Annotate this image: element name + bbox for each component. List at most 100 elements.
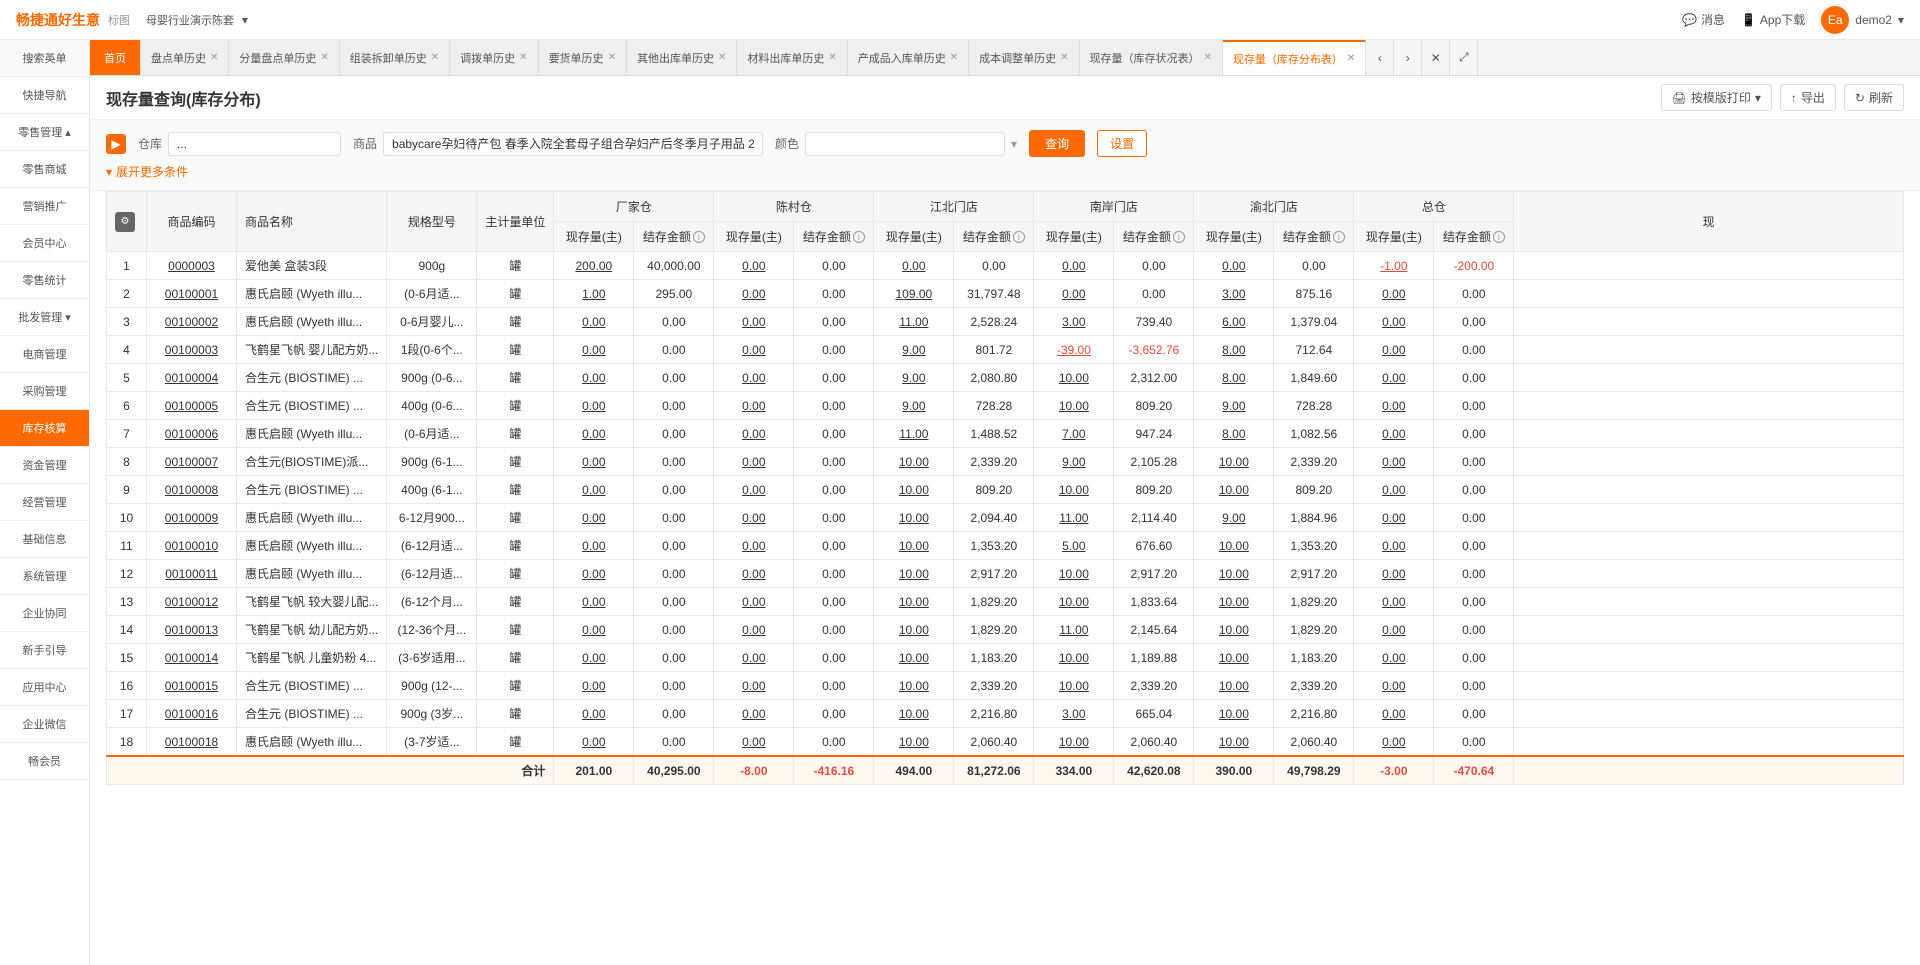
cell-yubei-qty[interactable]: 3.00 [1194,280,1274,308]
cell-jiangbei-qty[interactable]: 10.00 [874,560,954,588]
cell-yubei-qty[interactable]: 10.00 [1194,532,1274,560]
sidebar-item-ecommerce[interactable]: 电商管理 [0,336,89,373]
tab-order-history[interactable]: 要货单历史 ✕ [539,40,627,76]
cell-name[interactable]: 惠氏启颐 (Wyeth illu... [237,280,387,308]
cell-total-qty[interactable]: 0.00 [1354,392,1434,420]
tab-quantity-history[interactable]: 分量盘点单历史 ✕ [229,40,339,76]
cell-total-qty[interactable]: 0.00 [1354,672,1434,700]
cell-name[interactable]: 合生元 (BIOSTIME) ... [237,392,387,420]
refresh-btn[interactable]: ↻ 刷新 [1844,84,1904,111]
cell-chen-qty[interactable]: 0.00 [714,392,794,420]
cell-chen-qty[interactable]: 0.00 [714,700,794,728]
cell-yubei-qty[interactable]: 10.00 [1194,448,1274,476]
cell-chen-qty[interactable]: 0.00 [714,644,794,672]
sidebar-item-retail-mall[interactable]: 零售商城 [0,151,89,188]
cell-nanan-qty[interactable]: 3.00 [1034,308,1114,336]
message-btn[interactable]: 💬 消息 [1682,11,1725,28]
cell-total-qty[interactable]: 0.00 [1354,448,1434,476]
cell-nanan-qty[interactable]: 9.00 [1034,448,1114,476]
cell-total-qty[interactable]: 0.00 [1354,308,1434,336]
cell-yubei-qty[interactable]: 10.00 [1194,728,1274,757]
cell-factory-qty[interactable]: 0.00 [554,532,634,560]
cell-code[interactable]: 00100004 [147,364,237,392]
cell-name[interactable]: 惠氏启颐 (Wyeth illu... [237,728,387,757]
sidebar-item-member[interactable]: 会员中心 [0,225,89,262]
cell-code[interactable]: 00100005 [147,392,237,420]
cell-nanan-qty[interactable]: 7.00 [1034,420,1114,448]
close-icon[interactable]: ✕ [210,52,218,63]
cell-factory-qty[interactable]: 0.00 [554,308,634,336]
cell-jiangbei-qty[interactable]: 10.00 [874,616,954,644]
cell-factory-qty[interactable]: 0.00 [554,616,634,644]
cell-chen-qty[interactable]: 0.00 [714,476,794,504]
app-download-btn[interactable]: 📱 App下载 [1741,11,1805,28]
close-icon[interactable]: ✕ [1347,53,1355,64]
cell-total-qty[interactable]: 0.00 [1354,700,1434,728]
cell-code[interactable]: 00100016 [147,700,237,728]
cell-code[interactable]: 00100011 [147,560,237,588]
close-icon[interactable]: ✕ [950,52,958,63]
th-settings[interactable]: ⚙ [107,192,147,252]
cell-factory-qty[interactable]: 0.00 [554,364,634,392]
cell-jiangbei-qty[interactable]: 10.00 [874,644,954,672]
cell-code[interactable]: 00100013 [147,616,237,644]
sidebar-item-guide[interactable]: 新手引导 [0,632,89,669]
cell-total-qty[interactable]: 0.00 [1354,476,1434,504]
close-icon[interactable]: ✕ [320,52,328,63]
tab-stock-distribution[interactable]: 现存量（库存分布表） ✕ [1223,40,1366,76]
tab-material-outbound[interactable]: 材料出库单历史 ✕ [737,40,847,76]
sidebar-item-vip[interactable]: 畅会员 [0,743,89,780]
cell-total-qty[interactable]: 0.00 [1354,644,1434,672]
cell-jiangbei-qty[interactable]: 9.00 [874,336,954,364]
cell-total-qty[interactable]: 0.00 [1354,616,1434,644]
cell-code[interactable]: 00100003 [147,336,237,364]
sidebar-item-system[interactable]: 系统管理 [0,558,89,595]
cell-jiangbei-qty[interactable]: 9.00 [874,392,954,420]
cell-yubei-qty[interactable]: 8.00 [1194,364,1274,392]
cell-yubei-qty[interactable]: 10.00 [1194,644,1274,672]
cell-factory-qty[interactable]: 0.00 [554,336,634,364]
expand-toggle-btn[interactable]: ▶ [106,134,126,154]
cell-name[interactable]: 惠氏启颐 (Wyeth illu... [237,504,387,532]
cell-factory-qty[interactable]: 0.00 [554,504,634,532]
cell-chen-qty[interactable]: 0.00 [714,672,794,700]
cell-name[interactable]: 惠氏启颐 (Wyeth illu... [237,560,387,588]
sidebar-item-retail[interactable]: 零售管理 ▴ [0,114,89,151]
cell-jiangbei-qty[interactable]: 109.00 [874,280,954,308]
close-icon[interactable]: ✕ [431,52,439,63]
cell-factory-qty[interactable]: 0.00 [554,588,634,616]
cell-factory-qty[interactable]: 0.00 [554,560,634,588]
cell-yubei-qty[interactable]: 6.00 [1194,308,1274,336]
sidebar-item-wecom[interactable]: 企业微信 [0,706,89,743]
tab-finished-goods[interactable]: 产成品入库单历史 ✕ [848,40,969,76]
cell-nanan-qty[interactable]: -39.00 [1034,336,1114,364]
sidebar-item-retail-stats[interactable]: 零售统计 [0,262,89,299]
tab-other-outbound[interactable]: 其他出库单历史 ✕ [627,40,737,76]
cell-total-qty[interactable]: 0.00 [1354,588,1434,616]
tab-cost-adjust[interactable]: 成本调整单历史 ✕ [969,40,1079,76]
cell-code[interactable]: 00100007 [147,448,237,476]
cell-chen-qty[interactable]: 0.00 [714,504,794,532]
close-icon[interactable]: ✕ [1060,52,1068,63]
cell-name[interactable]: 合生元(BIOSTIME)派... [237,448,387,476]
cell-code[interactable]: 00100012 [147,588,237,616]
export-btn[interactable]: ↑ 导出 [1780,84,1836,111]
cell-factory-qty[interactable]: 0.00 [554,700,634,728]
tab-nav-next[interactable]: › [1394,40,1422,76]
cell-yubei-qty[interactable]: 9.00 [1194,504,1274,532]
cell-jiangbei-qty[interactable]: 11.00 [874,420,954,448]
cell-total-qty[interactable]: 0.00 [1354,560,1434,588]
cell-code[interactable]: 00100008 [147,476,237,504]
search-btn[interactable]: 查询 [1029,130,1085,157]
sidebar-item-collaboration[interactable]: 企业协同 [0,595,89,632]
cell-name[interactable]: 合生元 (BIOSTIME) ... [237,476,387,504]
cell-yubei-qty[interactable]: 10.00 [1194,700,1274,728]
cell-chen-qty[interactable]: 0.00 [714,560,794,588]
cell-name[interactable]: 飞鹤星飞帆 较大婴儿配... [237,588,387,616]
cell-code[interactable]: 00100018 [147,728,237,757]
cell-nanan-qty[interactable]: 10.00 [1034,588,1114,616]
cell-factory-qty[interactable]: 0.00 [554,476,634,504]
cell-yubei-qty[interactable]: 10.00 [1194,588,1274,616]
cell-name[interactable]: 飞鹤星飞帆 婴儿配方奶... [237,336,387,364]
cell-total-qty[interactable]: 0.00 [1354,728,1434,757]
